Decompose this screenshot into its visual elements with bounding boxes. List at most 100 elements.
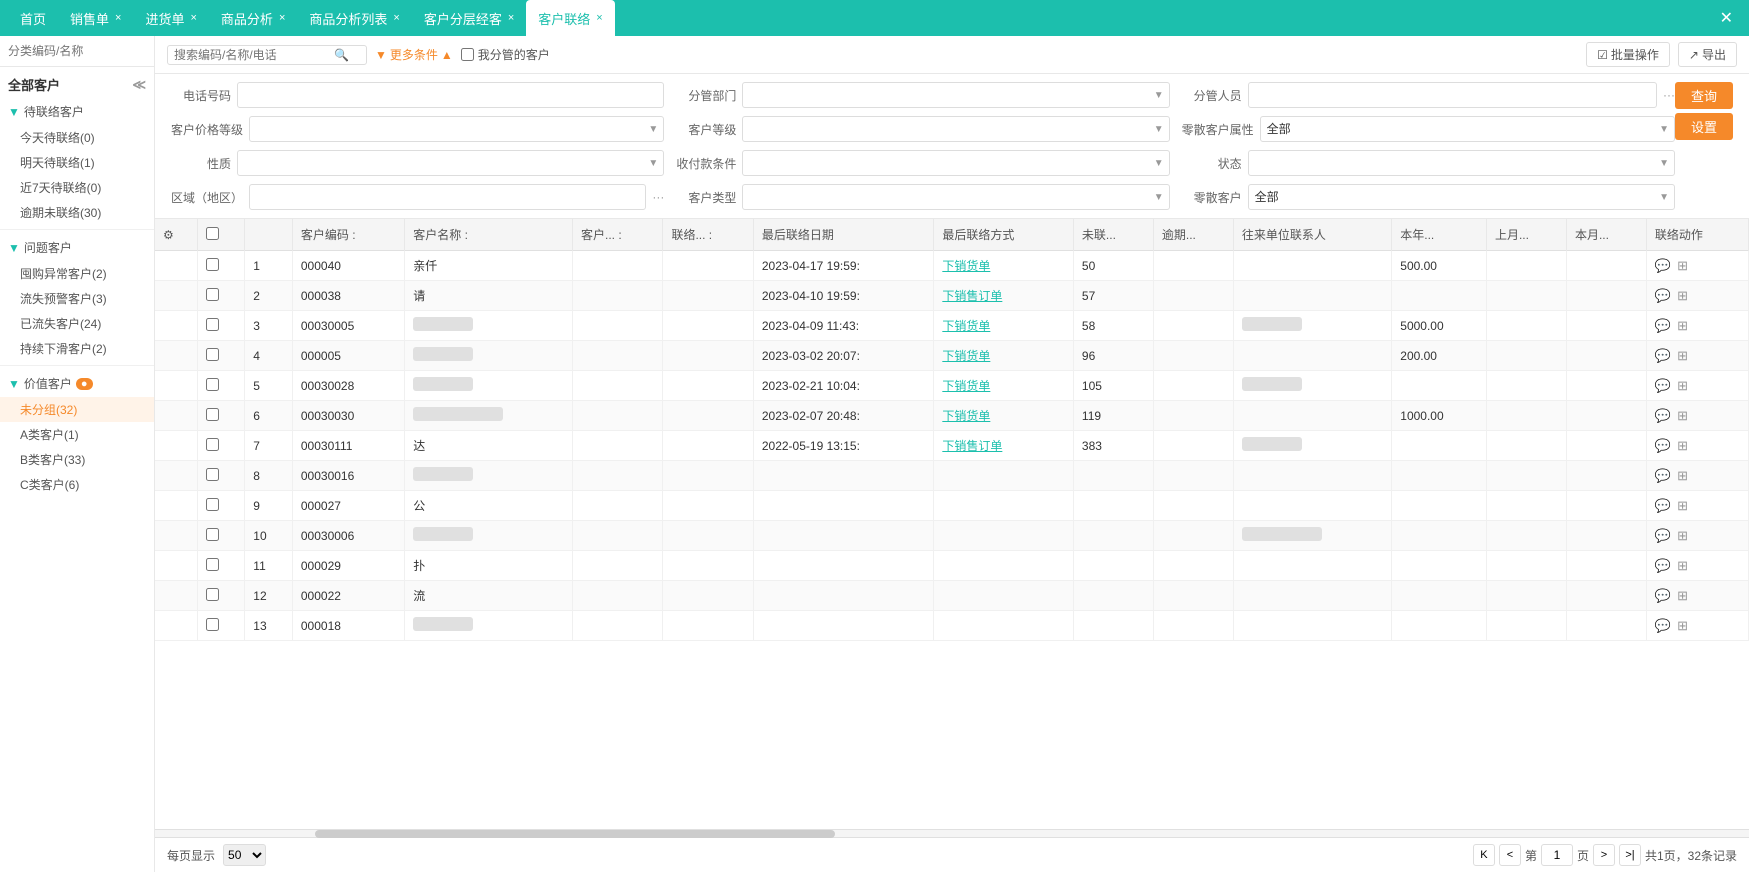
tab-purchase-close[interactable]: × bbox=[190, 12, 196, 24]
message-icon[interactable]: 💬 bbox=[1655, 498, 1671, 514]
th-settings[interactable]: ⚙ bbox=[155, 219, 198, 251]
sidebar-item-declining[interactable]: 持续下滑客户(2) bbox=[0, 336, 154, 361]
customer-level-select[interactable] bbox=[742, 116, 1169, 142]
tab-customer-contact[interactable]: 客户联络 × bbox=[526, 0, 614, 36]
person-dots-icon[interactable]: ··· bbox=[1663, 88, 1675, 102]
qr-icon[interactable]: ⊞ bbox=[1677, 618, 1688, 634]
tab-customer-segment-close[interactable]: × bbox=[508, 12, 514, 24]
sidebar-group-value[interactable]: ▼ 价值客户 ● bbox=[0, 370, 154, 397]
qr-icon[interactable]: ⊞ bbox=[1677, 438, 1688, 454]
price-level-select[interactable] bbox=[249, 116, 664, 142]
page-size-select[interactable]: 50 100 200 bbox=[223, 844, 266, 866]
qr-icon[interactable]: ⊞ bbox=[1677, 528, 1688, 544]
th-this-year[interactable]: 本年... bbox=[1392, 219, 1487, 251]
tab-product-analysis-list[interactable]: 商品分析列表 × bbox=[297, 0, 411, 36]
th-this-month[interactable]: 本月... bbox=[1566, 219, 1646, 251]
message-icon[interactable]: 💬 bbox=[1655, 588, 1671, 604]
qr-icon[interactable]: ⊞ bbox=[1677, 468, 1688, 484]
th-name[interactable]: 客户名称 : bbox=[405, 219, 573, 251]
tab-sales[interactable]: 销售单 × bbox=[58, 0, 133, 36]
qr-icon[interactable]: ⊞ bbox=[1677, 288, 1688, 304]
contact-method-link[interactable]: 下销货单 bbox=[942, 319, 990, 333]
row-checkbox[interactable] bbox=[206, 318, 219, 331]
more-conditions-btn[interactable]: ▼ 更多条件 ▲ bbox=[375, 46, 453, 63]
message-icon[interactable]: 💬 bbox=[1655, 468, 1671, 484]
contact-method-link[interactable]: 下销售订单 bbox=[942, 289, 1002, 303]
row-checkbox[interactable] bbox=[206, 348, 219, 361]
qr-icon[interactable]: ⊞ bbox=[1677, 348, 1688, 364]
qr-icon[interactable]: ⊞ bbox=[1677, 318, 1688, 334]
tab-product-analysis-list-close[interactable]: × bbox=[393, 12, 399, 24]
tab-sales-close[interactable]: × bbox=[115, 12, 121, 24]
row-checkbox[interactable] bbox=[206, 588, 219, 601]
message-icon[interactable]: 💬 bbox=[1655, 618, 1671, 634]
reset-button[interactable]: 设置 bbox=[1675, 113, 1733, 140]
tab-customer-contact-close[interactable]: × bbox=[596, 12, 602, 24]
table-scrollbar[interactable] bbox=[155, 829, 1749, 837]
scatter-customer-select[interactable]: 全部 bbox=[1248, 184, 1675, 210]
tab-purchase[interactable]: 进货单 × bbox=[133, 0, 208, 36]
row-checkbox[interactable] bbox=[206, 408, 219, 421]
qr-icon[interactable]: ⊞ bbox=[1677, 558, 1688, 574]
contact-method-link[interactable]: 下销货单 bbox=[942, 409, 990, 423]
message-icon[interactable]: 💬 bbox=[1655, 348, 1671, 364]
scatter-attr-select[interactable]: 全部 bbox=[1260, 116, 1675, 142]
th-type[interactable]: 客户... : bbox=[573, 219, 663, 251]
region-dots-icon[interactable]: ··· bbox=[652, 190, 664, 204]
row-checkbox[interactable] bbox=[206, 468, 219, 481]
query-button[interactable]: 查询 bbox=[1675, 82, 1733, 109]
first-page-btn[interactable]: K bbox=[1473, 844, 1495, 866]
row-checkbox[interactable] bbox=[206, 378, 219, 391]
sidebar-item-class-b[interactable]: B类客户(33) bbox=[0, 447, 154, 472]
th-last-month[interactable]: 上月... bbox=[1486, 219, 1566, 251]
select-all-checkbox[interactable] bbox=[206, 227, 219, 240]
customer-type-select[interactable] bbox=[742, 184, 1169, 210]
sidebar-item-class-a[interactable]: A类客户(1) bbox=[0, 422, 154, 447]
qr-icon[interactable]: ⊞ bbox=[1677, 258, 1688, 274]
batch-op-button[interactable]: ☑ 批量操作 bbox=[1586, 42, 1670, 67]
nature-select[interactable] bbox=[237, 150, 664, 176]
tab-product-analysis-close[interactable]: × bbox=[279, 12, 285, 24]
message-icon[interactable]: 💬 bbox=[1655, 438, 1671, 454]
status-select[interactable] bbox=[1248, 150, 1675, 176]
message-icon[interactable]: 💬 bbox=[1655, 318, 1671, 334]
message-icon[interactable]: 💬 bbox=[1655, 378, 1671, 394]
qr-icon[interactable]: ⊞ bbox=[1677, 588, 1688, 604]
message-icon[interactable]: 💬 bbox=[1655, 288, 1671, 304]
sidebar-group-problem[interactable]: ▼ 问题客户 bbox=[0, 234, 154, 261]
sidebar-all-customers-header[interactable]: 全部客户 ≪ bbox=[0, 67, 154, 98]
last-page-btn[interactable]: >| bbox=[1619, 844, 1641, 866]
th-last-contact-method[interactable]: 最后联络方式 bbox=[934, 219, 1074, 251]
tab-product-analysis[interactable]: 商品分析 × bbox=[209, 0, 297, 36]
sidebar-item-hoard-abnormal[interactable]: 囤购异常客户(2) bbox=[0, 261, 154, 286]
sidebar-item-overdue-pending[interactable]: 逾期未联络(30) bbox=[0, 200, 154, 225]
tab-home[interactable]: 首页 bbox=[8, 0, 58, 36]
sidebar-search-input[interactable] bbox=[8, 44, 155, 58]
payment-select[interactable] bbox=[742, 150, 1169, 176]
sidebar-item-today-pending[interactable]: 今天待联络(0) bbox=[0, 125, 154, 150]
export-button[interactable]: ↗ 导出 bbox=[1678, 42, 1737, 67]
search-bar-icon[interactable]: 🔍 bbox=[334, 48, 349, 62]
message-icon[interactable]: 💬 bbox=[1655, 528, 1671, 544]
my-customers-checkbox[interactable] bbox=[461, 48, 474, 61]
th-not-contact[interactable]: 未联... bbox=[1073, 219, 1153, 251]
dept-select[interactable] bbox=[742, 82, 1169, 108]
page-input[interactable] bbox=[1541, 844, 1573, 866]
message-icon[interactable]: 💬 bbox=[1655, 258, 1671, 274]
prev-page-btn[interactable]: < bbox=[1499, 844, 1521, 866]
row-checkbox[interactable] bbox=[206, 258, 219, 271]
window-close-button[interactable]: ✕ bbox=[1712, 8, 1741, 28]
contact-method-link[interactable]: 下销货单 bbox=[942, 349, 990, 363]
th-last-contact-date[interactable]: 最后联络日期 bbox=[753, 219, 933, 251]
th-code[interactable]: 客户编码 : bbox=[292, 219, 404, 251]
row-checkbox[interactable] bbox=[206, 438, 219, 451]
th-overdue[interactable]: 逾期... bbox=[1153, 219, 1233, 251]
sidebar-group-pending[interactable]: ▼ 待联络客户 bbox=[0, 98, 154, 125]
row-checkbox[interactable] bbox=[206, 288, 219, 301]
qr-icon[interactable]: ⊞ bbox=[1677, 498, 1688, 514]
sidebar-item-churn-warning[interactable]: 流失预警客户(3) bbox=[0, 286, 154, 311]
sidebar-collapse-icon[interactable]: ≪ bbox=[132, 77, 146, 93]
row-checkbox[interactable] bbox=[206, 618, 219, 631]
phone-input[interactable] bbox=[237, 82, 664, 108]
row-checkbox[interactable] bbox=[206, 558, 219, 571]
